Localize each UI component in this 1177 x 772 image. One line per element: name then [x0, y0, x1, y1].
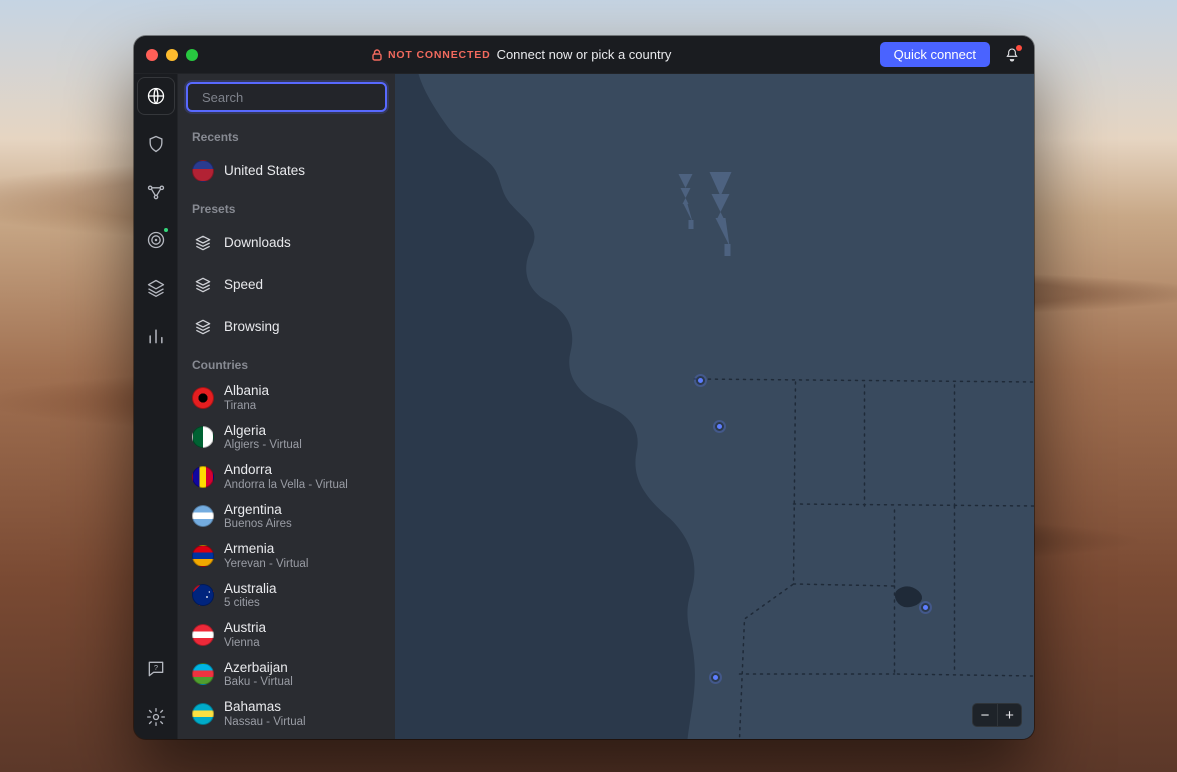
- flag-icon: [192, 426, 214, 448]
- search-field-wrap[interactable]: [186, 82, 387, 112]
- sidebar-panel: Recents United States Presets Downloads S…: [178, 74, 395, 739]
- country-label: Armenia: [224, 542, 308, 556]
- country-bahamas[interactable]: Bahamas Nassau - Virtual: [178, 694, 395, 734]
- country-label: Bahamas: [224, 700, 306, 714]
- map-view[interactable]: − +: [395, 74, 1034, 739]
- shield-icon: [146, 134, 166, 154]
- preset-label: Browsing: [224, 320, 280, 334]
- close-window-button[interactable]: [146, 49, 158, 61]
- country-label: United States: [224, 164, 305, 178]
- gear-icon: [146, 707, 166, 727]
- country-australia[interactable]: Australia5 cities: [178, 576, 395, 616]
- quick-connect-button[interactable]: Quick connect: [880, 42, 990, 67]
- country-armenia[interactable]: Armenia Yerevan - Virtual: [178, 536, 395, 576]
- flag-icon: [192, 663, 214, 685]
- nav-settings[interactable]: [144, 705, 168, 729]
- layers-icon: [192, 232, 214, 254]
- window-controls: [146, 49, 198, 61]
- country-azerbaijan[interactable]: AzerbaijanBaku - Virtual: [178, 655, 395, 695]
- map-svg: [395, 74, 1034, 739]
- preset-label: Downloads: [224, 236, 291, 250]
- layers-icon: [192, 274, 214, 296]
- radar-icon: [146, 230, 166, 250]
- preset-speed[interactable]: Speed: [178, 264, 395, 306]
- connection-status-label: NOT CONNECTED: [388, 49, 491, 61]
- connection-status: NOT CONNECTED: [372, 49, 491, 61]
- flag-icon: [192, 505, 214, 527]
- country-label: Azerbaijan: [224, 661, 293, 675]
- layers-icon: [192, 316, 214, 338]
- help-icon: ?: [146, 659, 166, 679]
- unlocked-icon: [372, 49, 382, 61]
- country-label: Albania: [224, 384, 269, 398]
- country-label: Austria: [224, 621, 266, 635]
- minimize-window-button[interactable]: [166, 49, 178, 61]
- nav-mesh[interactable]: [144, 180, 168, 204]
- country-label: Algeria: [224, 424, 302, 438]
- app-window: NOT CONNECTED Connect now or pick a coun…: [134, 36, 1034, 739]
- country-albania[interactable]: Albania Tirana: [178, 378, 395, 418]
- flag-icon: [192, 624, 214, 646]
- status-dot: [163, 227, 169, 233]
- zoom-controls: − +: [972, 703, 1022, 727]
- nav-rail: ?: [134, 74, 178, 739]
- country-label: Australia: [224, 582, 277, 596]
- zoom-out-button[interactable]: −: [973, 704, 997, 726]
- mesh-icon: [146, 182, 166, 202]
- country-austria[interactable]: Austria Vienna: [178, 615, 395, 655]
- country-argentina[interactable]: ArgentinaBuenos Aires: [178, 497, 395, 537]
- search-input[interactable]: [202, 90, 378, 105]
- map-pin[interactable]: [921, 603, 930, 612]
- layers-icon: [146, 278, 166, 298]
- country-sublabel: Yerevan - Virtual: [224, 558, 308, 570]
- nav-presets[interactable]: [144, 276, 168, 300]
- title-text: Connect now or pick a country: [497, 47, 672, 62]
- nav-globe[interactable]: [144, 84, 168, 108]
- nav-stats[interactable]: [144, 324, 168, 348]
- country-label: Argentina: [224, 503, 292, 517]
- nav-shield[interactable]: [144, 132, 168, 156]
- sidebar-list[interactable]: Recents United States Presets Downloads S…: [178, 118, 395, 739]
- flag-icon: [192, 545, 214, 567]
- notifications-button[interactable]: [1004, 47, 1020, 63]
- flag-icon: [192, 703, 214, 725]
- svg-text:?: ?: [153, 663, 157, 672]
- flag-icon: [192, 466, 214, 488]
- preset-label: Speed: [224, 278, 263, 292]
- section-recents: Recents: [178, 120, 395, 150]
- map-pin[interactable]: [696, 376, 705, 385]
- country-sublabel: Nassau - Virtual: [224, 716, 306, 728]
- flag-icon: [192, 584, 214, 606]
- country-sublabel: Tirana: [224, 400, 269, 412]
- recent-united-states[interactable]: United States: [178, 150, 395, 192]
- country-label: Andorra: [224, 463, 348, 477]
- country-sublabel: Buenos Aires: [224, 518, 292, 530]
- country-algeria[interactable]: AlgeriaAlgiers - Virtual: [178, 418, 395, 458]
- window-body: ? Recents United States Presets Download…: [134, 74, 1034, 739]
- flag-icon: [192, 387, 214, 409]
- country-sublabel: 5 cities: [224, 597, 277, 609]
- preset-downloads[interactable]: Downloads: [178, 222, 395, 264]
- flag-icon: [192, 160, 214, 182]
- preset-browsing[interactable]: Browsing: [178, 306, 395, 348]
- globe-icon: [146, 86, 166, 106]
- country-sublabel: Vienna: [224, 637, 266, 649]
- zoom-in-button[interactable]: +: [997, 704, 1021, 726]
- country-andorra[interactable]: Andorra Andorra la Vella - Virtual: [178, 457, 395, 497]
- country-sublabel: Andorra la Vella - Virtual: [224, 479, 348, 491]
- titlebar: NOT CONNECTED Connect now or pick a coun…: [134, 36, 1034, 74]
- notification-badge: [1016, 45, 1022, 51]
- section-countries: Countries: [178, 348, 395, 378]
- bars-icon: [146, 326, 166, 346]
- country-sublabel: Algiers - Virtual: [224, 439, 302, 451]
- country-sublabel: Baku - Virtual: [224, 676, 293, 688]
- section-presets: Presets: [178, 192, 395, 222]
- map-pin[interactable]: [715, 422, 724, 431]
- nav-radar[interactable]: [144, 228, 168, 252]
- country-bangladesh[interactable]: BangladeshDhaka - Virtual: [178, 734, 395, 740]
- nav-help[interactable]: ?: [144, 657, 168, 681]
- fullscreen-window-button[interactable]: [186, 49, 198, 61]
